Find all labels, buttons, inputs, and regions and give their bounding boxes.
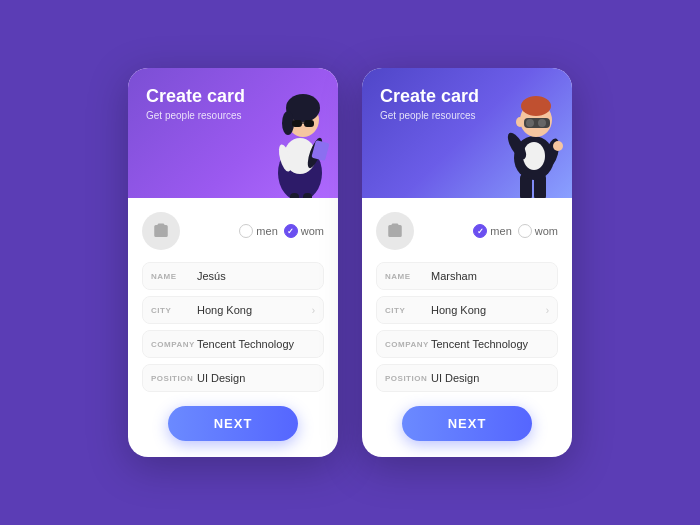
position-field-left[interactable]: POSITION UI Design: [142, 364, 324, 392]
position-label-right: POSITION: [385, 374, 431, 383]
men-label-right: men: [490, 225, 511, 237]
card-right: Create card Get people resources: [362, 68, 572, 457]
next-button-right[interactable]: NEXT: [402, 406, 532, 441]
avatar-gender-row-right: men wom: [376, 212, 558, 250]
company-value-right: Tencent Technology: [431, 338, 549, 350]
city-field-left[interactable]: CITY Hong Kong ›: [142, 296, 324, 324]
avatar-left[interactable]: [142, 212, 180, 250]
name-label-left: NAME: [151, 272, 197, 281]
position-value-right: UI Design: [431, 372, 549, 384]
svg-rect-5: [292, 120, 302, 127]
position-value-left: UI Design: [197, 372, 315, 384]
gender-options-right: men wom: [473, 224, 558, 238]
card-left: Create card Get people resources: [128, 68, 338, 457]
men-radio-left[interactable]: [239, 224, 253, 238]
company-value-left: Tencent Technology: [197, 338, 315, 350]
name-value-right: Marsham: [431, 270, 549, 282]
women-label-left: wom: [301, 225, 324, 237]
men-radio-right[interactable]: [473, 224, 487, 238]
avatar-gender-row-left: men wom: [142, 212, 324, 250]
city-chevron-right: ›: [546, 305, 549, 316]
company-field-left[interactable]: COMPANY Tencent Technology: [142, 330, 324, 358]
gender-men-right[interactable]: men: [473, 224, 511, 238]
position-field-right[interactable]: POSITION UI Design: [376, 364, 558, 392]
city-value-right: Hong Kong: [431, 304, 546, 316]
company-label-right: COMPANY: [385, 340, 431, 349]
svg-point-25: [553, 141, 563, 151]
company-label-left: COMPANY: [151, 340, 197, 349]
name-field-right[interactable]: NAME Marsham: [376, 262, 558, 290]
card-header-right: Create card Get people resources: [362, 68, 572, 198]
city-label-left: CITY: [151, 306, 197, 315]
next-button-left[interactable]: NEXT: [168, 406, 298, 441]
svg-point-22: [516, 117, 524, 127]
subtitle-text-left: Get people resources: [146, 110, 245, 121]
svg-point-21: [538, 119, 546, 127]
subtitle-text-right: Get people resources: [380, 110, 479, 121]
card-body-right: men wom NAME Marsham CITY Hong Kong › CO…: [362, 198, 572, 457]
city-field-right[interactable]: CITY Hong Kong ›: [376, 296, 558, 324]
city-value-left: Hong Kong: [197, 304, 312, 316]
svg-point-18: [521, 96, 551, 116]
position-label-left: POSITION: [151, 374, 197, 383]
gender-men-left[interactable]: men: [239, 224, 277, 238]
gender-options-left: men wom: [239, 224, 324, 238]
men-label-left: men: [256, 225, 277, 237]
title-text-left: Create card: [146, 86, 245, 107]
title-text-right: Create card: [380, 86, 479, 107]
name-label-right: NAME: [385, 272, 431, 281]
gender-women-left[interactable]: wom: [284, 224, 324, 238]
svg-rect-6: [304, 120, 314, 127]
svg-rect-10: [311, 140, 329, 161]
male-character: [482, 78, 572, 198]
camera-icon: [152, 222, 170, 240]
card-body-left: men wom NAME Jesús CITY Hong Kong › COMP…: [128, 198, 338, 457]
camera-icon-right: [386, 222, 404, 240]
gender-women-right[interactable]: wom: [518, 224, 558, 238]
female-character: [248, 78, 338, 198]
women-radio-right[interactable]: [518, 224, 532, 238]
card-header-left: Create card Get people resources: [128, 68, 338, 198]
women-label-right: wom: [535, 225, 558, 237]
company-field-right[interactable]: COMPANY Tencent Technology: [376, 330, 558, 358]
city-chevron-left: ›: [312, 305, 315, 316]
card-title-right: Create card Get people resources: [380, 86, 479, 121]
name-value-left: Jesús: [197, 270, 315, 282]
svg-point-20: [526, 119, 534, 127]
city-label-right: CITY: [385, 306, 431, 315]
card-title-left: Create card Get people resources: [146, 86, 245, 121]
name-field-left[interactable]: NAME Jesús: [142, 262, 324, 290]
women-radio-left[interactable]: [284, 224, 298, 238]
svg-point-16: [523, 142, 545, 170]
avatar-right[interactable]: [376, 212, 414, 250]
